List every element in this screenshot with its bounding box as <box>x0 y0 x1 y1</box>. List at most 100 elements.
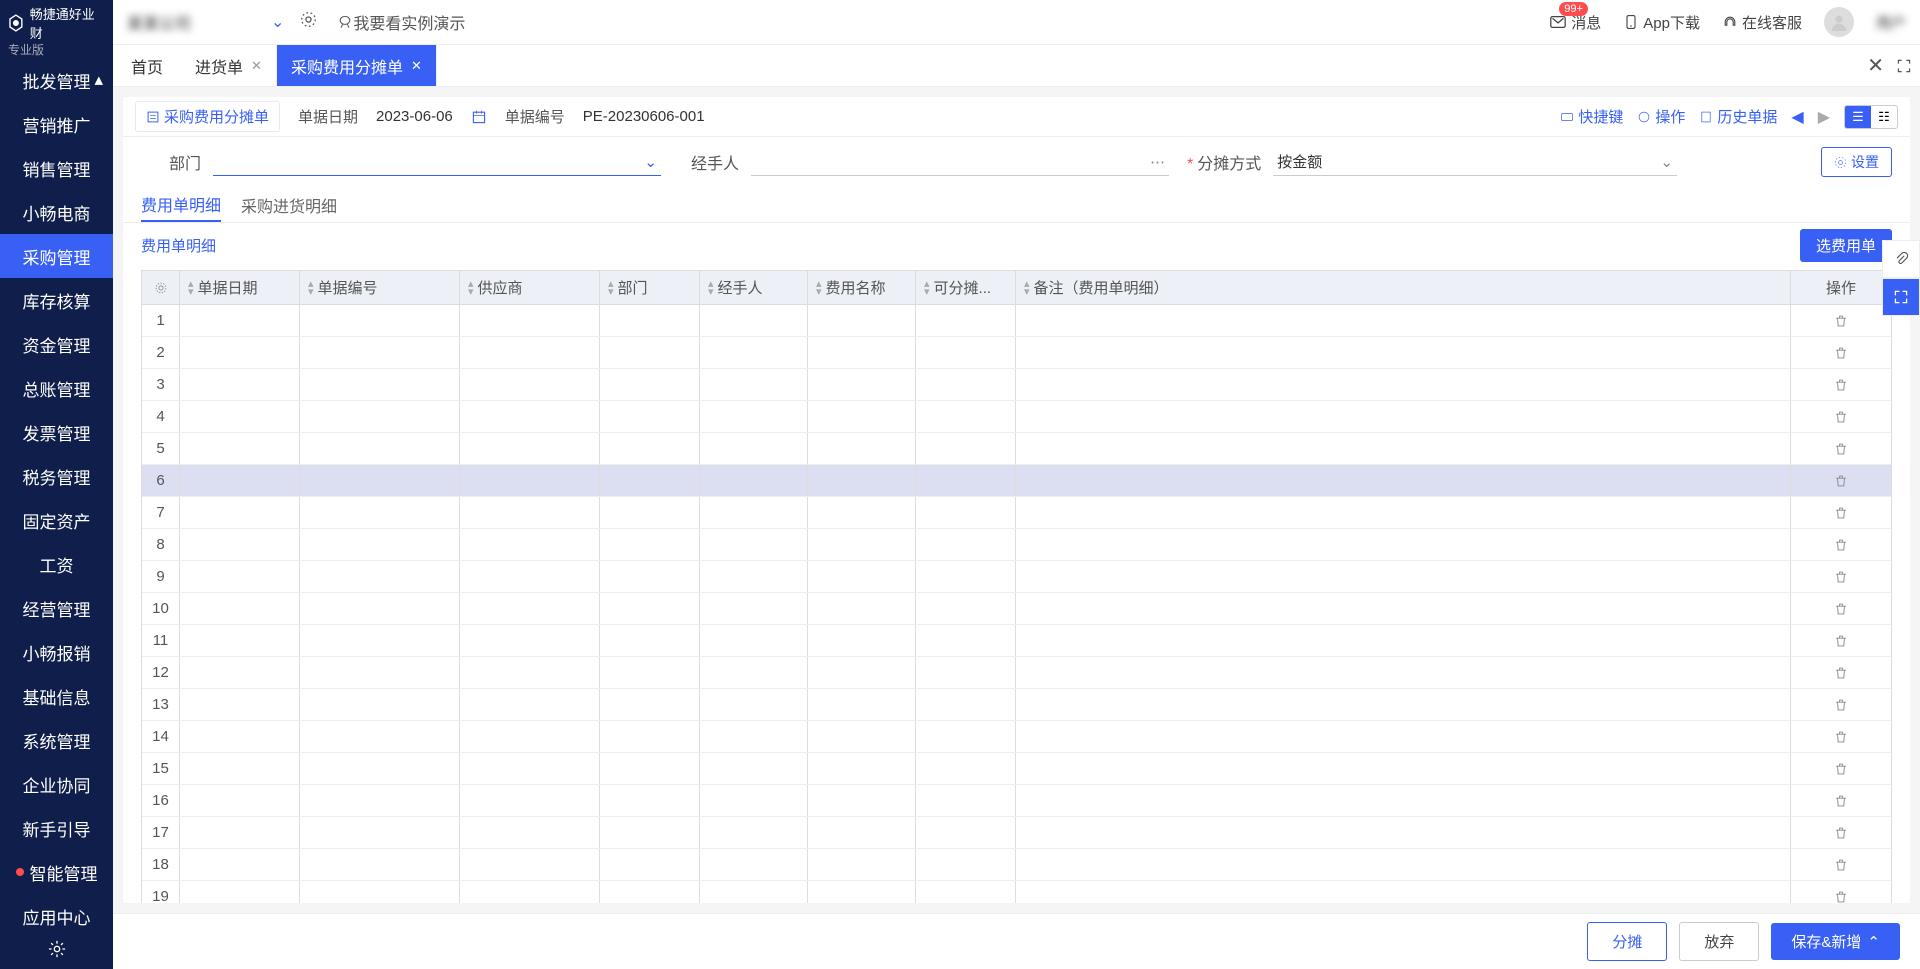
cell-handler[interactable] <box>700 465 808 496</box>
cell-doc-code[interactable] <box>300 625 460 656</box>
cell-handler[interactable] <box>700 337 808 368</box>
cell-dept[interactable] <box>600 561 700 592</box>
cell-doc-code[interactable] <box>300 849 460 880</box>
cell-doc-date[interactable] <box>180 785 300 816</box>
cell-supplier[interactable] <box>460 721 600 752</box>
cell-doc-date[interactable] <box>180 529 300 560</box>
table-row[interactable]: 1 <box>142 305 1891 337</box>
row-delete[interactable] <box>1791 753 1891 784</box>
table-row[interactable]: 9 <box>142 561 1891 593</box>
cell-handler[interactable] <box>700 753 808 784</box>
table-row[interactable]: 4 <box>142 401 1891 433</box>
cell-alloc-amt[interactable] <box>916 561 1016 592</box>
cell-fee-name[interactable] <box>808 721 916 752</box>
cell-alloc-amt[interactable] <box>916 849 1016 880</box>
cell-alloc-amt[interactable] <box>916 881 1016 903</box>
tab-0[interactable]: 进货单✕ <box>181 45 277 86</box>
cell-supplier[interactable] <box>460 881 600 903</box>
table-row[interactable]: 14 <box>142 721 1891 753</box>
tab-home[interactable]: 首页 <box>113 45 181 86</box>
cell-fee-name[interactable] <box>808 657 916 688</box>
cell-dept[interactable] <box>600 529 700 560</box>
cell-doc-date[interactable] <box>180 369 300 400</box>
cell-supplier[interactable] <box>460 401 600 432</box>
row-delete[interactable] <box>1791 689 1891 720</box>
cell-alloc-amt[interactable] <box>916 593 1016 624</box>
view-card-icon[interactable]: ☷ <box>1871 106 1897 128</box>
col-fee-name[interactable]: ▴▾费用名称 <box>808 271 916 304</box>
cell-alloc-amt[interactable] <box>916 817 1016 848</box>
col-supplier[interactable]: ▴▾供应商 <box>460 271 600 304</box>
cell-supplier[interactable] <box>460 369 600 400</box>
gear-icon[interactable] <box>300 11 317 33</box>
cell-fee-name[interactable] <box>808 529 916 560</box>
cell-remark[interactable] <box>1016 657 1791 688</box>
cell-dept[interactable] <box>600 401 700 432</box>
close-icon[interactable]: ✕ <box>1867 53 1884 78</box>
sidebar-item-11[interactable]: 工资 <box>0 542 113 586</box>
cell-dept[interactable] <box>600 465 700 496</box>
online-service[interactable]: 在线客服 <box>1722 12 1802 33</box>
cell-dept[interactable] <box>600 785 700 816</box>
dept-input[interactable]: ⌄ <box>213 148 661 176</box>
calendar-icon[interactable] <box>471 109 487 125</box>
cell-handler[interactable] <box>700 625 808 656</box>
messages-button[interactable]: 99+ 消息 <box>1549 12 1601 33</box>
cell-handler[interactable] <box>700 593 808 624</box>
prev-icon[interactable]: ◀ <box>1791 107 1803 127</box>
app-download[interactable]: App下载 <box>1623 12 1700 33</box>
cell-remark[interactable] <box>1016 849 1791 880</box>
cell-alloc-amt[interactable] <box>916 721 1016 752</box>
cell-doc-code[interactable] <box>300 305 460 336</box>
cell-remark[interactable] <box>1016 785 1791 816</box>
company-selector[interactable]: 某某公司 <box>127 10 191 34</box>
cell-fee-name[interactable] <box>808 593 916 624</box>
sidebar-item-12[interactable]: 经营管理 <box>0 586 113 630</box>
cell-supplier[interactable] <box>460 593 600 624</box>
cell-doc-date[interactable] <box>180 625 300 656</box>
cell-fee-name[interactable] <box>808 369 916 400</box>
cell-supplier[interactable] <box>460 433 600 464</box>
cell-doc-date[interactable] <box>180 561 300 592</box>
sidebar-item-13[interactable]: 小畅报销 <box>0 630 113 674</box>
detail-tab-0[interactable]: 费用单明细 <box>141 187 221 222</box>
cell-dept[interactable] <box>600 849 700 880</box>
cell-remark[interactable] <box>1016 593 1791 624</box>
cell-fee-name[interactable] <box>808 817 916 848</box>
detail-tab-1[interactable]: 采购进货明细 <box>241 187 337 222</box>
cell-doc-date[interactable] <box>180 401 300 432</box>
attachment-icon[interactable] <box>1882 240 1920 278</box>
cell-handler[interactable] <box>700 817 808 848</box>
select-fee-button[interactable]: 选费用单 <box>1800 229 1892 262</box>
cell-remark[interactable] <box>1016 401 1791 432</box>
table-row[interactable]: 12 <box>142 657 1891 689</box>
cell-supplier[interactable] <box>460 497 600 528</box>
cell-remark[interactable] <box>1016 465 1791 496</box>
cell-remark[interactable] <box>1016 721 1791 752</box>
cell-supplier[interactable] <box>460 689 600 720</box>
demo-link[interactable]: 我要看实例演示 <box>337 10 465 34</box>
cell-doc-code[interactable] <box>300 593 460 624</box>
sidebar-item-17[interactable]: 新手引导 <box>0 806 113 850</box>
cell-supplier[interactable] <box>460 753 600 784</box>
avatar[interactable] <box>1824 7 1854 37</box>
row-delete[interactable] <box>1791 337 1891 368</box>
cell-supplier[interactable] <box>460 305 600 336</box>
row-delete[interactable] <box>1791 561 1891 592</box>
col-doc-date[interactable]: ▴▾单据日期 <box>180 271 300 304</box>
cell-fee-name[interactable] <box>808 881 916 903</box>
col-dept[interactable]: ▴▾部门 <box>600 271 700 304</box>
cell-doc-date[interactable] <box>180 465 300 496</box>
cell-fee-name[interactable] <box>808 625 916 656</box>
cell-fee-name[interactable] <box>808 849 916 880</box>
cell-remark[interactable] <box>1016 689 1791 720</box>
cell-remark[interactable] <box>1016 337 1791 368</box>
cell-dept[interactable] <box>600 881 700 903</box>
settings-button[interactable]: 设置 <box>1821 147 1892 177</box>
cell-doc-code[interactable] <box>300 433 460 464</box>
sidebar-item-8[interactable]: 发票管理 <box>0 410 113 454</box>
cell-fee-name[interactable] <box>808 465 916 496</box>
save-new-button[interactable]: 保存&新增 ⌃ <box>1771 923 1900 960</box>
cell-fee-name[interactable] <box>808 337 916 368</box>
cell-dept[interactable] <box>600 689 700 720</box>
